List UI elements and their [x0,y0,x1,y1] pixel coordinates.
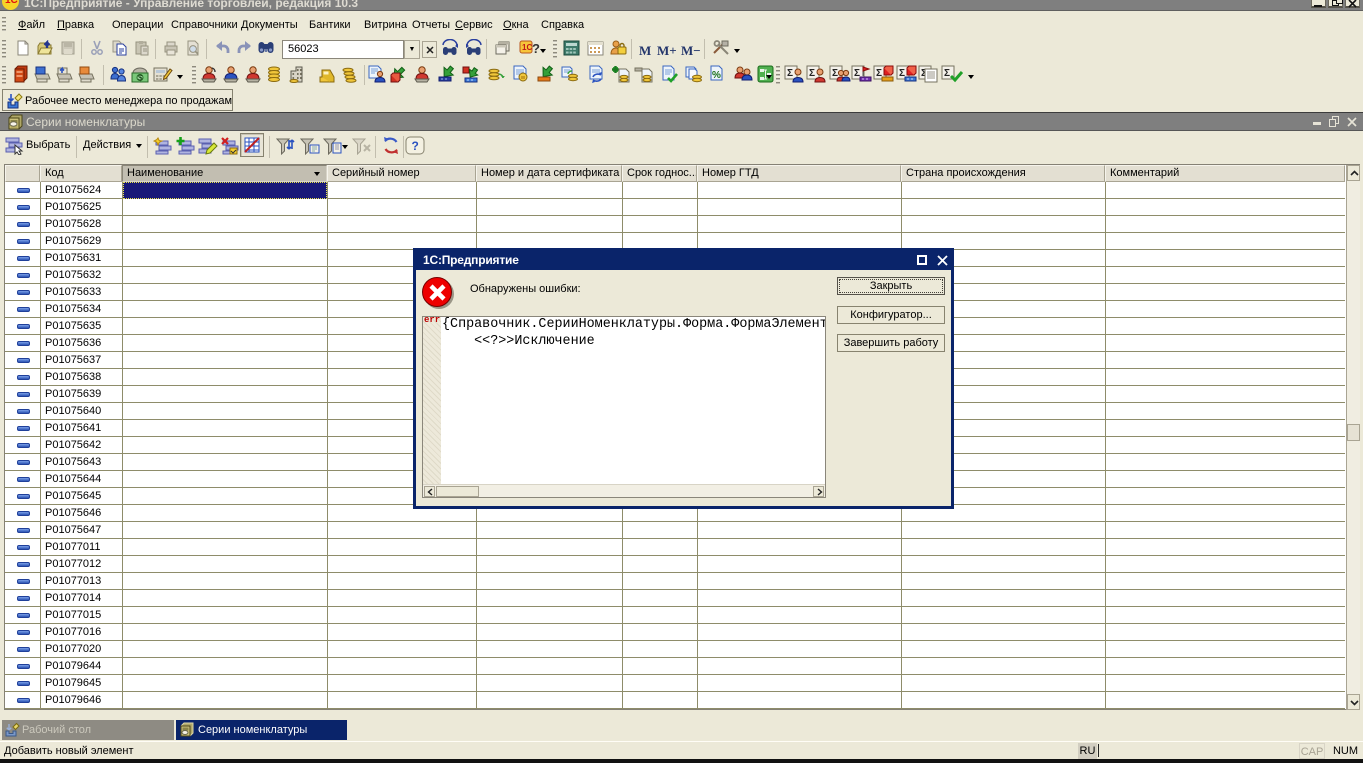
svg-text:Σ: Σ [854,68,860,79]
svg-text:?: ? [412,139,419,153]
svg-text:Σ: Σ [809,68,815,79]
svg-text:Σ: Σ [899,68,905,79]
svg-text:Σ: Σ [876,68,882,79]
svg-text:1С: 1С [522,43,532,52]
svg-text:?: ? [532,41,540,56]
svg-text:Σ: Σ [832,68,838,79]
svg-text:Σ: Σ [787,68,793,79]
svg-text:Σ: Σ [944,68,950,79]
